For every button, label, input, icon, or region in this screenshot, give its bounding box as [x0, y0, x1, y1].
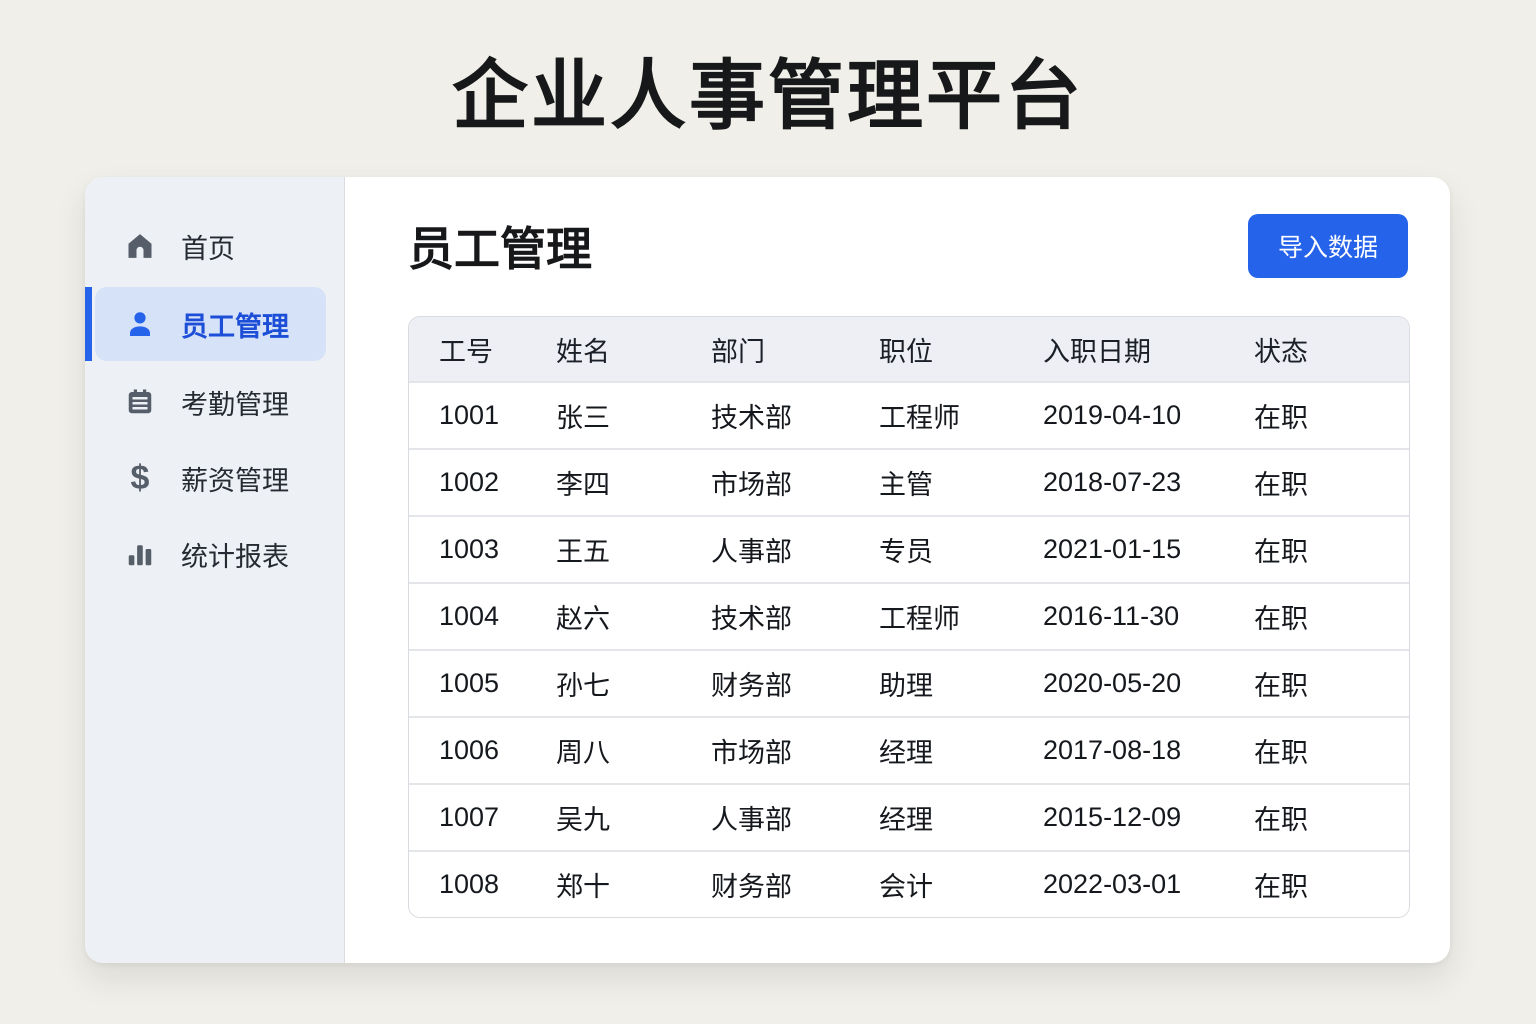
cell-employee-id: 1008 — [409, 850, 556, 917]
table-row: 1004 赵六 技术部 工程师 2016-11-30 在职 — [409, 582, 1409, 649]
sidebar-item-label: 考勤管理 — [181, 389, 289, 420]
sidebar-item-label: 薪资管理 — [181, 465, 289, 496]
cell-status: 在职 — [1254, 716, 1409, 783]
cell-hire-date: 2019-04-10 — [1043, 381, 1254, 448]
calendar-icon — [123, 387, 157, 417]
table-row: 1008 郑十 财务部 会计 2022-03-01 在职 — [409, 850, 1409, 917]
cell-department: 市场部 — [711, 448, 879, 515]
cell-status: 在职 — [1254, 850, 1409, 917]
cell-position: 会计 — [879, 850, 1043, 917]
sidebar-item-attendance[interactable]: 考勤管理 — [85, 367, 344, 437]
cell-position: 助理 — [879, 649, 1043, 716]
cell-name: 赵六 — [556, 582, 711, 649]
cell-name: 孙七 — [556, 649, 711, 716]
cell-hire-date: 2021-01-15 — [1043, 515, 1254, 582]
sidebar-item-label: 统计报表 — [181, 541, 289, 572]
cell-employee-id: 1006 — [409, 716, 556, 783]
sidebar: 首页 员工管理 考勤管理 $ 薪资管理 统计报表 — [85, 177, 345, 963]
cell-name: 李四 — [556, 448, 711, 515]
main-content: 员工管理 导入数据 工号 姓名 部门 职位 入职日期 状态 1001 张三 技术… — [345, 177, 1450, 963]
cell-hire-date: 2015-12-09 — [1043, 783, 1254, 850]
home-icon — [123, 231, 157, 261]
cell-employee-id: 1002 — [409, 448, 556, 515]
cell-name: 周八 — [556, 716, 711, 783]
cell-department: 技术部 — [711, 381, 879, 448]
bar-chart-icon — [123, 539, 157, 569]
import-data-button[interactable]: 导入数据 — [1247, 214, 1408, 278]
cell-status: 在职 — [1254, 448, 1409, 515]
app-card: 首页 员工管理 考勤管理 $ 薪资管理 统计报表 员工管理 导入数据 工号 姓名… — [85, 177, 1450, 963]
cell-department: 技术部 — [711, 582, 879, 649]
cell-hire-date: 2016-11-30 — [1043, 582, 1254, 649]
cell-position: 工程师 — [879, 582, 1043, 649]
cell-employee-id: 1007 — [409, 783, 556, 850]
col-header-hire-date: 入职日期 — [1043, 317, 1254, 381]
col-header-position: 职位 — [879, 317, 1043, 381]
col-header-employee-id: 工号 — [409, 317, 556, 381]
cell-status: 在职 — [1254, 783, 1409, 850]
table-row: 1002 李四 市场部 主管 2018-07-23 在职 — [409, 448, 1409, 515]
cell-position: 经理 — [879, 716, 1043, 783]
cell-status: 在职 — [1254, 649, 1409, 716]
cell-name: 王五 — [556, 515, 711, 582]
cell-employee-id: 1003 — [409, 515, 556, 582]
cell-hire-date: 2020-05-20 — [1043, 649, 1254, 716]
table-body: 1001 张三 技术部 工程师 2019-04-10 在职 1002 李四 市场… — [409, 381, 1409, 917]
cell-status: 在职 — [1254, 381, 1409, 448]
col-header-department: 部门 — [711, 317, 879, 381]
table-row: 1001 张三 技术部 工程师 2019-04-10 在职 — [409, 381, 1409, 448]
sidebar-item-payroll[interactable]: $ 薪资管理 — [85, 443, 344, 513]
sidebar-item-reports[interactable]: 统计报表 — [85, 519, 344, 589]
cell-department: 人事部 — [711, 783, 879, 850]
page-title: 企业人事管理平台 — [452, 54, 1084, 139]
table-row: 1007 吴九 人事部 经理 2015-12-09 在职 — [409, 783, 1409, 850]
cell-hire-date: 2017-08-18 — [1043, 716, 1254, 783]
employee-table: 工号 姓名 部门 职位 入职日期 状态 1001 张三 技术部 工程师 2019… — [408, 316, 1410, 918]
cell-hire-date: 2022-03-01 — [1043, 850, 1254, 917]
sidebar-item-label: 员工管理 — [181, 311, 289, 342]
col-header-name: 姓名 — [556, 317, 711, 381]
cell-department: 人事部 — [711, 515, 879, 582]
table-row: 1003 王五 人事部 专员 2021-01-15 在职 — [409, 515, 1409, 582]
cell-name: 张三 — [556, 381, 711, 448]
sidebar-item-employees[interactable]: 员工管理 — [85, 287, 326, 361]
cell-department: 财务部 — [711, 649, 879, 716]
cell-name: 吴九 — [556, 783, 711, 850]
user-icon — [123, 308, 157, 340]
dollar-icon: $ — [130, 458, 150, 497]
table-header-row: 工号 姓名 部门 职位 入职日期 状态 — [409, 317, 1409, 381]
cell-status: 在职 — [1254, 582, 1409, 649]
cell-employee-id: 1005 — [409, 649, 556, 716]
sidebar-item-label: 首页 — [181, 233, 235, 264]
cell-position: 工程师 — [879, 381, 1043, 448]
cell-hire-date: 2018-07-23 — [1043, 448, 1254, 515]
cell-position: 专员 — [879, 515, 1043, 582]
cell-department: 市场部 — [711, 716, 879, 783]
table-row: 1005 孙七 财务部 助理 2020-05-20 在职 — [409, 649, 1409, 716]
cell-status: 在职 — [1254, 515, 1409, 582]
cell-name: 郑十 — [556, 850, 711, 917]
main-header: 员工管理 导入数据 — [408, 213, 1408, 279]
table-row: 1006 周八 市场部 经理 2017-08-18 在职 — [409, 716, 1409, 783]
page-heading: 员工管理 — [408, 223, 592, 275]
col-header-status: 状态 — [1254, 317, 1409, 381]
cell-position: 经理 — [879, 783, 1043, 850]
cell-employee-id: 1001 — [409, 381, 556, 448]
cell-department: 财务部 — [711, 850, 879, 917]
cell-position: 主管 — [879, 448, 1043, 515]
cell-employee-id: 1004 — [409, 582, 556, 649]
sidebar-item-home[interactable]: 首页 — [85, 211, 344, 281]
